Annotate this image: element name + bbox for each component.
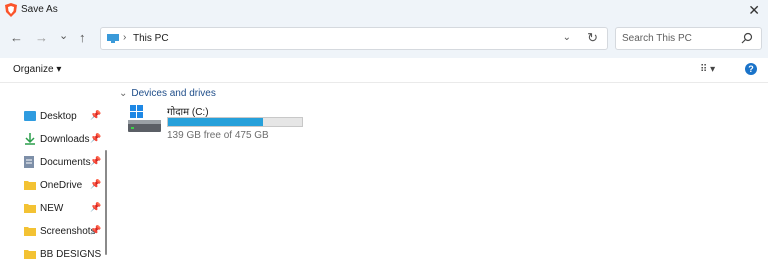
folder-icon [24, 204, 36, 213]
drive-name: गोदाम (C:) [167, 107, 209, 118]
drive-usage-fill [168, 118, 263, 126]
pin-icon[interactable]: 📌 [90, 133, 101, 144]
organize-button[interactable]: Organize ▾ [13, 64, 61, 75]
computer-icon [107, 34, 119, 43]
navigation-pane: Desktop 📌 Downloads 📌 Documents 📌 OneDri… [0, 83, 112, 260]
document-icon [24, 156, 34, 168]
breadcrumb-this-pc[interactable]: This PC [133, 33, 169, 44]
folder-icon [24, 250, 36, 259]
sidebar-item-bb-designs[interactable]: BB DESIGNS [24, 246, 104, 264]
sidebar-item-downloads[interactable]: Downloads 📌 [24, 131, 104, 149]
back-button[interactable]: ← [10, 30, 23, 46]
view-options-button[interactable]: ⠿ ▾ [700, 64, 715, 75]
brave-shield-icon [5, 3, 17, 17]
pin-icon[interactable]: 📌 [90, 179, 101, 190]
sidebar-item-label: OneDrive [40, 180, 83, 191]
group-collapse-chevron-icon[interactable]: ⌄ [119, 88, 127, 99]
drive-usage-bar [167, 117, 303, 127]
recent-locations-button[interactable]: ⌄ [59, 28, 68, 44]
download-icon [25, 133, 35, 145]
drive-item-c[interactable]: गोदाम (C:) 139 GB free of 475 GB [128, 103, 308, 143]
address-bar[interactable]: › This PC ⌄ ↻ [100, 27, 608, 50]
drive-free-space: 139 GB free of 475 GB [167, 130, 269, 141]
hard-drive-icon [128, 105, 161, 132]
folder-icon [24, 227, 36, 236]
sidebar-item-label: Screenshots [40, 226, 96, 237]
pin-icon[interactable]: 📌 [90, 110, 101, 121]
search-box[interactable]: Search This PC [615, 27, 762, 50]
up-button[interactable]: ↑ [79, 30, 86, 46]
breadcrumb-chevron-icon[interactable]: › [123, 32, 126, 43]
sidebar-item-screenshots[interactable]: Screenshots 📌 [24, 223, 104, 241]
sidebar-item-label: NEW [40, 203, 64, 214]
desktop-icon [24, 111, 36, 121]
pin-icon[interactable]: 📌 [90, 156, 101, 167]
sidebar-item-documents[interactable]: Documents 📌 [24, 154, 104, 172]
sidebar-item-new[interactable]: NEW 📌 [24, 200, 104, 218]
window-title: Save As [21, 4, 58, 15]
sidebar-item-label: Downloads [40, 134, 90, 145]
title-bar: Save As ✕ [0, 0, 768, 20]
sidebar-scrollbar[interactable] [105, 150, 107, 255]
pin-icon[interactable]: 📌 [90, 225, 101, 236]
group-header-devices-and-drives[interactable]: ⌄ Devices and drives [119, 88, 216, 99]
sidebar-item-label: Desktop [40, 111, 77, 122]
sidebar-item-onedrive[interactable]: OneDrive 📌 [24, 177, 104, 195]
sidebar-item-label: Documents [40, 157, 91, 168]
folder-icon [24, 181, 36, 190]
close-button[interactable]: ✕ [748, 2, 760, 18]
navigation-bar: ← → ⌄ ↑ › This PC ⌄ ↻ Search This PC [0, 20, 768, 58]
forward-button[interactable]: → [35, 30, 48, 46]
refresh-button[interactable]: ↻ [587, 30, 598, 46]
search-icon[interactable] [741, 32, 753, 44]
help-icon[interactable]: ? [745, 63, 757, 75]
pin-icon[interactable]: 📌 [90, 202, 101, 213]
group-header-label: Devices and drives [131, 88, 216, 99]
file-list-pane: ⌄ Devices and drives गोदाम (C:) 139 GB fr… [112, 83, 768, 255]
search-input[interactable]: Search This PC [622, 33, 692, 44]
address-dropdown-button[interactable]: ⌄ [563, 32, 571, 43]
command-bar: Organize ▾ ⠿ ▾ ? [0, 58, 768, 83]
sidebar-item-desktop[interactable]: Desktop 📌 [24, 108, 104, 126]
